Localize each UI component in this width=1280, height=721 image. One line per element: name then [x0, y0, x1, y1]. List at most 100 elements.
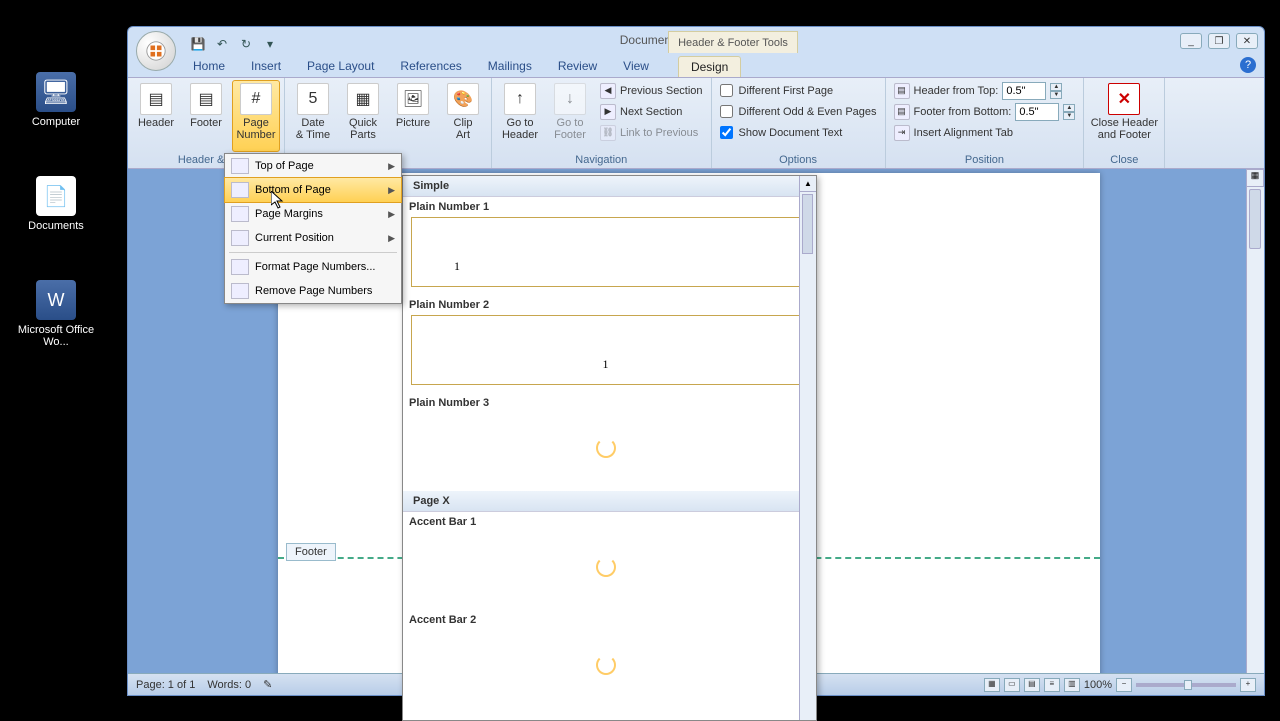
header-from-top-spinner[interactable]: ▤Header from Top:▲▼ [890, 80, 1080, 101]
group-navigation: ↑Go to Header ↓Go to Footer ◀Previous Se… [492, 78, 712, 168]
gallery-item-accent-bar-2[interactable]: Accent Bar 2 [403, 610, 816, 708]
goto-footer-button[interactable]: ↓Go to Footer [546, 80, 594, 152]
prev-icon: ◀ [600, 83, 616, 99]
goto-header-button[interactable]: ↑Go to Header [496, 80, 544, 152]
contextual-tab-label: Header & Footer Tools [668, 31, 798, 53]
insert-alignment-tab-button[interactable]: ⇥Insert Alignment Tab [890, 122, 1080, 143]
align-tab-icon: ⇥ [894, 125, 910, 141]
menu-top-of-page[interactable]: Top of Page▶ [225, 154, 401, 178]
page-number-button[interactable]: #Page Number [232, 80, 280, 152]
close-header-footer-button[interactable]: ✕Close Header and Footer [1088, 80, 1160, 152]
quick-parts-icon: ▦ [347, 83, 379, 115]
loading-spinner-icon [596, 438, 616, 458]
spin-up-button[interactable]: ▲ [1063, 104, 1075, 112]
spin-down-button[interactable]: ▼ [1050, 91, 1062, 99]
date-time-button[interactable]: 5Date & Time [289, 80, 337, 152]
header-from-top-input[interactable] [1002, 82, 1046, 100]
gallery-item-plain-number-2[interactable]: Plain Number 2 1 [403, 295, 816, 393]
scroll-thumb[interactable] [1249, 189, 1261, 249]
page-icon [231, 182, 249, 198]
page-icon [231, 230, 249, 246]
next-section-button[interactable]: ▶Next Section [596, 101, 707, 122]
tab-references[interactable]: References [387, 55, 474, 77]
footer-from-bottom-spinner[interactable]: ▤Footer from Bottom:▲▼ [890, 101, 1080, 122]
group-label: Position [890, 152, 1080, 168]
status-page[interactable]: Page: 1 of 1 [136, 679, 195, 691]
scroll-up-button[interactable]: ▲ [800, 176, 816, 192]
menu-format-page-numbers[interactable]: Format Page Numbers... [225, 255, 401, 279]
zoom-level[interactable]: 100% [1084, 679, 1112, 691]
remove-icon [231, 283, 249, 299]
help-button[interactable]: ? [1240, 57, 1256, 73]
ribbon-tabs: Home Insert Page Layout References Maili… [128, 55, 1264, 77]
show-document-text-checkbox[interactable]: Show Document Text [716, 122, 881, 143]
desktop-icon-documents[interactable]: 📄 Documents [16, 176, 96, 232]
format-icon [231, 259, 249, 275]
vertical-scrollbar[interactable]: ▦ [1246, 169, 1264, 673]
close-icon: ✕ [1108, 83, 1140, 115]
gallery-item-accent-bar-1[interactable]: Accent Bar 1 [403, 512, 816, 610]
save-button[interactable]: 💾 [188, 35, 208, 53]
zoom-slider[interactable] [1136, 683, 1236, 687]
zoom-thumb[interactable] [1184, 680, 1192, 690]
tab-design[interactable]: Design [678, 56, 741, 77]
page-icon [231, 158, 249, 174]
tab-insert[interactable]: Insert [238, 55, 294, 77]
spin-down-button[interactable]: ▼ [1063, 112, 1075, 120]
zoom-out-button[interactable]: − [1116, 678, 1132, 692]
desktop-icon-label: Computer [16, 116, 96, 128]
status-words[interactable]: Words: 0 [207, 679, 251, 691]
restore-button[interactable]: ❐ [1208, 33, 1230, 49]
qat-customize-button[interactable]: ▾ [260, 35, 280, 53]
status-proofing-button[interactable]: ✎ [263, 678, 272, 691]
view-draft-button[interactable]: ▥ [1064, 678, 1080, 692]
view-full-screen-button[interactable]: ▭ [1004, 678, 1020, 692]
gallery-scrollbar[interactable]: ▲ [799, 176, 816, 720]
tab-home[interactable]: Home [180, 55, 238, 77]
chevron-right-icon: ▶ [388, 185, 395, 196]
menu-page-margins[interactable]: Page Margins▶ [225, 202, 401, 226]
gallery-item-plain-number-3[interactable]: Plain Number 3 [403, 393, 816, 491]
ruler-toggle-button[interactable]: ▦ [1246, 169, 1264, 187]
menu-remove-page-numbers[interactable]: Remove Page Numbers [225, 279, 401, 303]
desktop-icon-word[interactable]: W Microsoft Office Wo... [16, 280, 96, 348]
menu-current-position[interactable]: Current Position▶ [225, 226, 401, 250]
different-first-page-checkbox[interactable]: Different First Page [716, 80, 881, 101]
clip-art-button[interactable]: 🎨Clip Art [439, 80, 487, 152]
scroll-thumb[interactable] [802, 194, 813, 254]
window-controls: _ ❐ ✕ [1180, 33, 1258, 49]
desktop-icon-label: Documents [16, 220, 96, 232]
previous-section-button[interactable]: ◀Previous Section [596, 80, 707, 101]
tab-mailings[interactable]: Mailings [475, 55, 545, 77]
redo-button[interactable]: ↻ [236, 35, 256, 53]
spin-up-button[interactable]: ▲ [1050, 83, 1062, 91]
tab-view[interactable]: View [610, 55, 662, 77]
view-web-layout-button[interactable]: ▤ [1024, 678, 1040, 692]
page-number-menu: Top of Page▶ Bottom of Page▶ Page Margin… [224, 153, 402, 304]
desktop-icon-computer[interactable]: 🖥 Computer [16, 72, 96, 128]
clip-art-icon: 🎨 [447, 83, 479, 115]
office-button[interactable] [136, 31, 176, 71]
minimize-button[interactable]: _ [1180, 33, 1202, 49]
different-odd-even-checkbox[interactable]: Different Odd & Even Pages [716, 101, 881, 122]
gallery-item-plain-number-1[interactable]: Plain Number 1 1 [403, 197, 816, 295]
view-print-layout-button[interactable]: ▦ [984, 678, 1000, 692]
quick-parts-button[interactable]: ▦Quick Parts [339, 80, 387, 152]
tab-page-layout[interactable]: Page Layout [294, 55, 387, 77]
word-icon: W [36, 280, 76, 320]
chevron-right-icon: ▶ [388, 209, 395, 220]
gallery-category-header: Page X [403, 491, 816, 512]
link-to-previous-button[interactable]: ⛓Link to Previous [596, 122, 707, 143]
undo-button[interactable]: ↶ [212, 35, 232, 53]
picture-button[interactable]: 🖼Picture [389, 80, 437, 152]
header-button[interactable]: ▤Header [132, 80, 180, 152]
picture-icon: 🖼 [397, 83, 429, 115]
tab-review[interactable]: Review [545, 55, 610, 77]
close-window-button[interactable]: ✕ [1236, 33, 1258, 49]
view-outline-button[interactable]: ≡ [1044, 678, 1060, 692]
zoom-in-button[interactable]: + [1240, 678, 1256, 692]
menu-bottom-of-page[interactable]: Bottom of Page▶ [224, 177, 402, 203]
footer-button[interactable]: ▤Footer [182, 80, 230, 152]
loading-spinner-icon [596, 655, 616, 675]
footer-from-bottom-input[interactable] [1015, 103, 1059, 121]
